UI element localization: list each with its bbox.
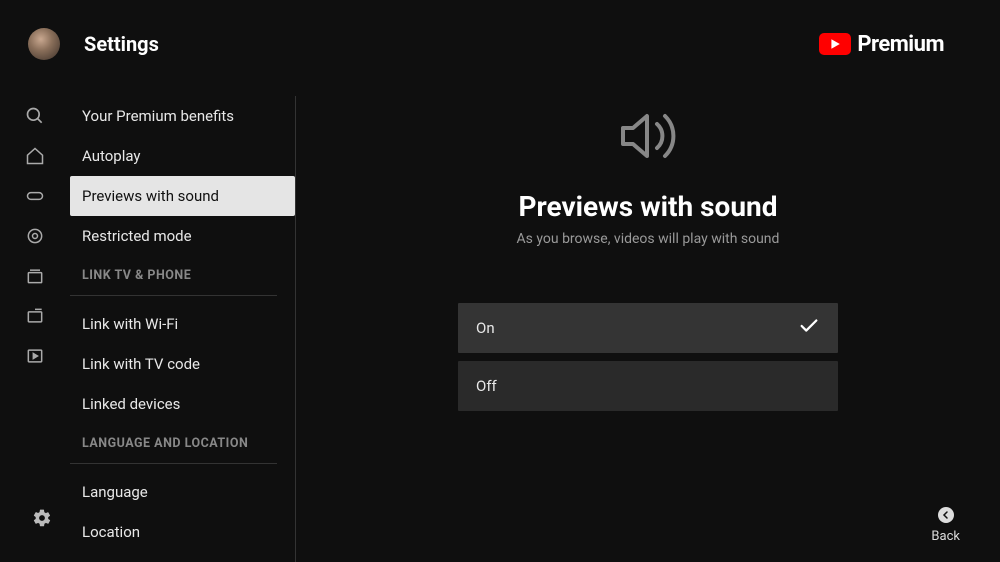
sidebar-item-language[interactable]: Language: [70, 472, 295, 512]
premium-word: Premium: [857, 32, 944, 57]
sidebar-item-link-wifi[interactable]: Link with Wi-Fi: [70, 304, 295, 344]
sidebar-item-label: Link with Wi-Fi: [82, 315, 178, 333]
avatar[interactable]: [28, 28, 60, 60]
section-header-language: LANGUAGE AND LOCATION: [70, 424, 277, 464]
youtube-play-icon: [819, 33, 851, 55]
option-label: On: [476, 319, 495, 337]
settings-gear-icon[interactable]: [32, 508, 52, 532]
sidebar-item-autoplay[interactable]: Autoplay: [70, 136, 295, 176]
option-on[interactable]: On: [458, 303, 838, 353]
sidebar-item-label: Your Premium benefits: [82, 107, 234, 125]
content-title: Previews with sound: [518, 190, 777, 223]
page-title: Settings: [84, 32, 159, 56]
sidebar-item-premium-benefits[interactable]: Your Premium benefits: [70, 96, 295, 136]
section-header-link-tv: LINK TV & PHONE: [70, 256, 277, 296]
home-icon: [0, 136, 70, 176]
search-icon: [0, 96, 70, 136]
premium-logo: Premium: [819, 32, 944, 57]
back-icon: [938, 507, 954, 523]
sidebar-item-label: Previews with sound: [82, 187, 219, 205]
speaker-icon: [613, 106, 683, 170]
target-icon: [0, 216, 70, 256]
option-off[interactable]: Off: [458, 361, 838, 411]
sidebar-item-label: Linked devices: [82, 395, 180, 413]
sidebar-item-previews-with-sound[interactable]: Previews with sound: [70, 176, 295, 216]
gaming-icon: [0, 176, 70, 216]
sidebar-item-label: Autoplay: [82, 147, 141, 165]
content-panel: Previews with sound As you browse, video…: [296, 88, 1000, 562]
sidebar: Your Premium benefits Autoplay Previews …: [0, 96, 296, 562]
sidebar-item-label: Language: [82, 483, 148, 501]
option-label: Off: [476, 377, 497, 395]
sidebar-item-location[interactable]: Location: [70, 512, 295, 552]
back-label: Back: [931, 529, 960, 544]
sidebar-item-label: Link with TV code: [82, 355, 200, 373]
play-box-icon: [0, 336, 70, 376]
sidebar-item-restricted-mode[interactable]: Restricted mode: [70, 216, 295, 256]
sidebar-item-label: Location: [82, 523, 140, 541]
sidebar-item-linked-devices[interactable]: Linked devices: [70, 384, 295, 424]
library-icon: [0, 296, 70, 336]
back-button[interactable]: Back: [931, 507, 960, 544]
check-icon: [798, 315, 820, 341]
sidebar-item-link-tv-code[interactable]: Link with TV code: [70, 344, 295, 384]
subscriptions-icon: [0, 256, 70, 296]
sidebar-item-label: Restricted mode: [82, 227, 192, 245]
content-description: As you browse, videos will play with sou…: [517, 231, 780, 247]
